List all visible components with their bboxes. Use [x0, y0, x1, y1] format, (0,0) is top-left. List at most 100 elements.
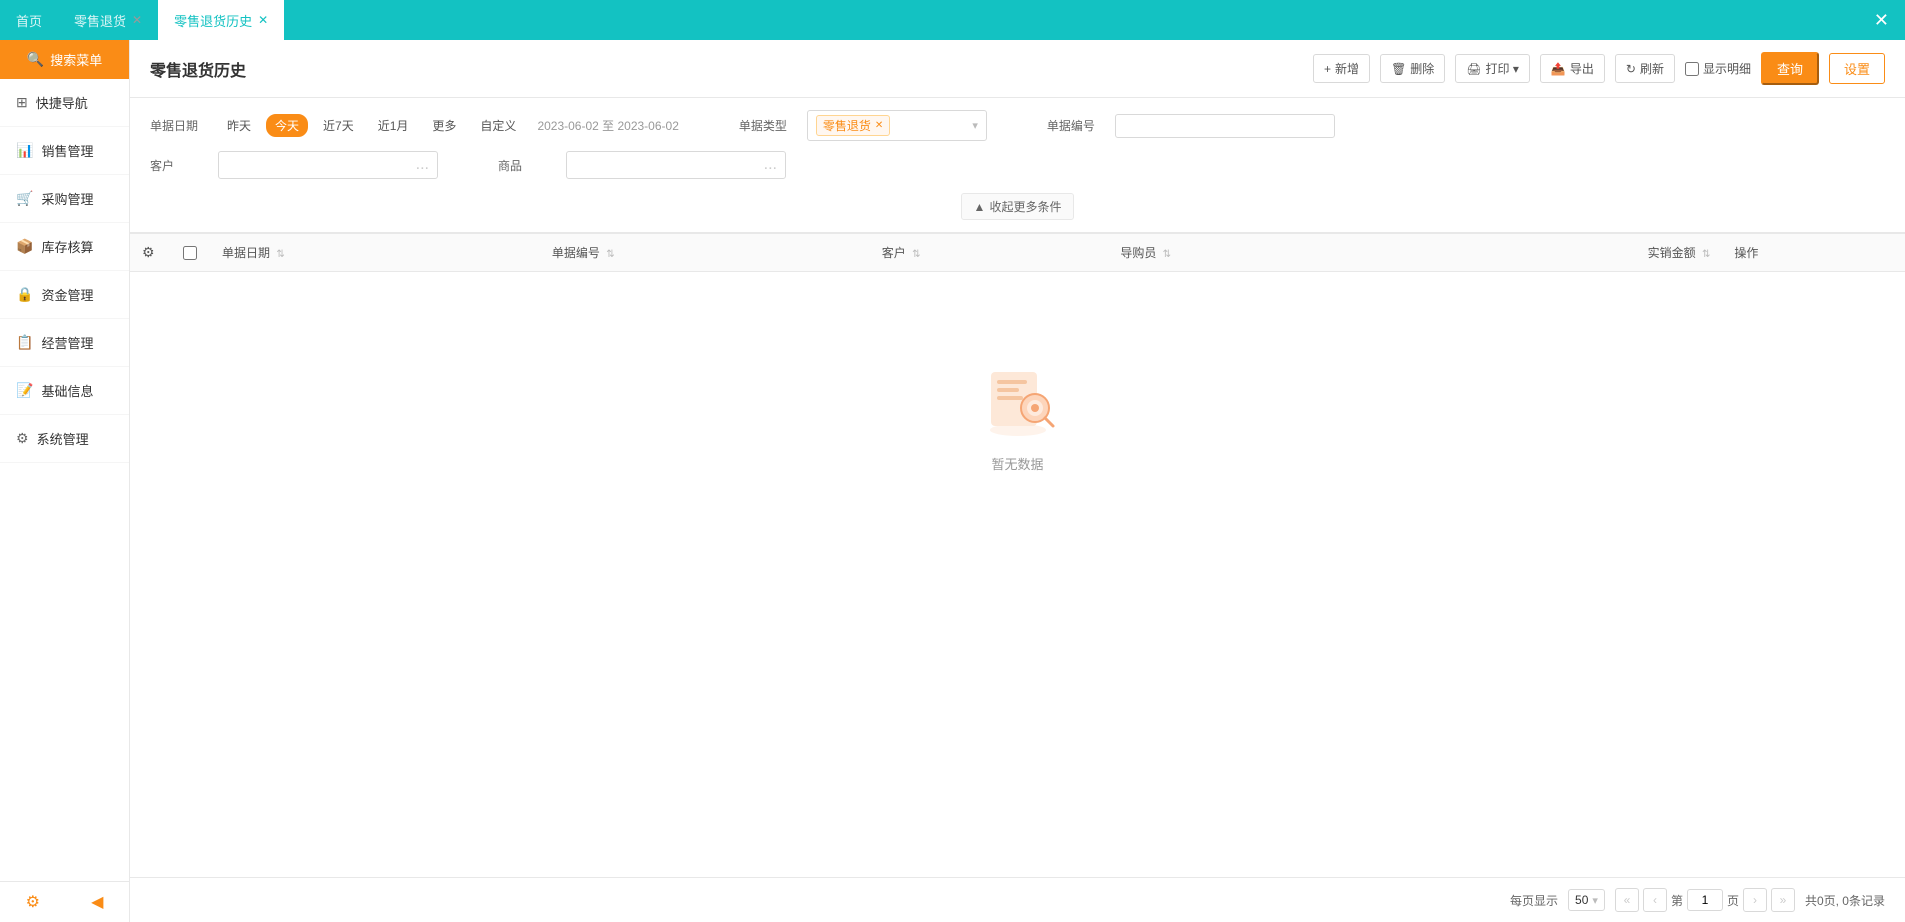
date-btn-yesterday[interactable]: 昨天: [218, 114, 260, 137]
col-amount[interactable]: 实销金额 ⇅: [1393, 234, 1723, 272]
tab-retail-return-history[interactable]: 零售退货历史 ✕: [158, 0, 284, 40]
empty-icon: [973, 352, 1063, 442]
inventory-icon: 📦: [16, 238, 33, 255]
print-label: 打印 ▾: [1486, 60, 1519, 77]
doc-type-select[interactable]: 零售退货 ✕ ▾: [807, 110, 987, 141]
tab-retail-return[interactable]: 零售退货 ✕: [58, 0, 158, 40]
collapse-sidebar-btn[interactable]: ◀: [91, 892, 103, 912]
page-last-btn[interactable]: »: [1771, 888, 1795, 912]
quick-nav-icon: ⊞: [16, 94, 28, 111]
collapse-filter-btn[interactable]: ▲ 收起更多条件: [961, 193, 1075, 220]
goods-filter-group: 商品 ...: [498, 151, 786, 179]
export-button[interactable]: 📤 导出: [1540, 54, 1605, 83]
display-detail-checkbox-label[interactable]: 显示明细: [1685, 60, 1751, 77]
settings-bottom-btn[interactable]: ⚙: [26, 892, 40, 912]
col-doc-no[interactable]: 单据编号 ⇅: [540, 234, 870, 272]
tab-home[interactable]: 首页: [0, 0, 58, 40]
sidebar-item-operations-mgmt[interactable]: 📋 经营管理: [0, 319, 129, 367]
system-icon: ⚙: [16, 430, 29, 447]
doc-type-tag-close[interactable]: ✕: [875, 120, 883, 131]
page-input[interactable]: [1687, 889, 1723, 911]
filter-row-2: 客户 ... 商品 ...: [150, 151, 1885, 179]
date-btn-more[interactable]: 更多: [423, 114, 465, 137]
page-first-btn[interactable]: «: [1615, 888, 1639, 912]
sidebar-item-quick-nav[interactable]: ⊞ 快捷导航: [0, 79, 129, 127]
customer-input[interactable]: ...: [218, 151, 438, 179]
search-menu-btn[interactable]: 🔍 搜索菜单: [0, 40, 129, 79]
page-prev-btn[interactable]: ‹: [1643, 888, 1667, 912]
col-doc-date[interactable]: 单据日期 ⇅: [210, 234, 540, 272]
col-guide[interactable]: 导购员 ⇅: [1108, 234, 1392, 272]
page-current-word: 第: [1671, 892, 1683, 909]
sidebar-item-inventory[interactable]: 📦 库存核算: [0, 223, 129, 271]
doc-type-label: 单据类型: [739, 117, 799, 134]
doc-type-filter-group: 单据类型 零售退货 ✕ ▾: [739, 110, 987, 141]
page-size-select[interactable]: 50 ▾: [1568, 889, 1605, 911]
goods-ellipsis: ...: [764, 156, 777, 174]
date-btn-custom[interactable]: 自定义: [471, 114, 525, 137]
pagination-bar: 每页显示 50 ▾ « ‹ 第 页 › » 共0页, 0条记录: [130, 877, 1905, 922]
refresh-button[interactable]: ↻ 刷新: [1615, 54, 1675, 83]
col-doc-no-sort-icon: ⇅: [606, 249, 614, 260]
setting-button[interactable]: 设置: [1829, 53, 1885, 84]
nav-items: ⊞ 快捷导航 📊 销售管理 🛒 采购管理 📦 库存核算 🔒 资金管理 📋: [0, 79, 129, 881]
collapse-up-icon: ▲: [974, 200, 986, 214]
sidebar-item-sales-mgmt[interactable]: 📊 销售管理: [0, 127, 129, 175]
page-actions: + 新增 🗑 删除 🖨 打印 ▾ 📤 导出 ↻ 刷新: [1313, 52, 1885, 85]
search-icon: 🔍: [27, 51, 44, 68]
sidebar-item-label: 经营管理: [41, 333, 93, 352]
doc-type-dropdown-icon: ▾: [972, 119, 978, 132]
page-size-dropdown-icon: ▾: [1592, 894, 1598, 907]
select-all-checkbox[interactable]: [183, 246, 197, 260]
print-button[interactable]: 🖨 打印 ▾: [1455, 54, 1530, 83]
filter-area: 单据日期 昨天 今天 近7天 近1月 更多 自定义 2023-06-02 至 2…: [130, 98, 1905, 233]
basic-info-icon: 📝: [16, 382, 33, 399]
total-info: 共0页, 0条记录: [1805, 892, 1885, 909]
page-next-btn[interactable]: ›: [1743, 888, 1767, 912]
tab-home-label: 首页: [16, 11, 42, 30]
sidebar-item-basic-info[interactable]: 📝 基础信息: [0, 367, 129, 415]
main-layout: 🔍 搜索菜单 ⊞ 快捷导航 📊 销售管理 🛒 采购管理 📦 库存核算 🔒: [0, 40, 1905, 922]
operations-icon: 📋: [16, 334, 33, 351]
page-size-value: 50: [1575, 893, 1588, 907]
date-btn-last7days[interactable]: 近7天: [314, 114, 363, 137]
sidebar-bottom: ⚙ ◀: [0, 881, 129, 922]
tab-retail-return-close[interactable]: ✕: [132, 13, 142, 27]
sidebar-item-finance-mgmt[interactable]: 🔒 资金管理: [0, 271, 129, 319]
delete-label: 删除: [1410, 60, 1434, 77]
filter-row-1: 单据日期 昨天 今天 近7天 近1月 更多 自定义 2023-06-02 至 2…: [150, 110, 1885, 141]
search-menu-label: 搜索菜单: [50, 50, 102, 69]
col-settings[interactable]: ⚙: [130, 234, 170, 272]
sidebar-item-system-mgmt[interactable]: ⚙ 系统管理: [0, 415, 129, 463]
col-checkbox[interactable]: [170, 234, 210, 272]
page-title: 零售退货历史: [150, 57, 246, 81]
customer-label: 客户: [150, 157, 210, 174]
goods-input[interactable]: ...: [566, 151, 786, 179]
collapse-btn-label: 收起更多条件: [989, 198, 1061, 215]
display-detail-label: 显示明细: [1703, 60, 1751, 77]
tab-retail-return-label: 零售退货: [74, 11, 126, 30]
data-table: ⚙ 单据日期 ⇅ 单据编号 ⇅: [130, 233, 1905, 553]
date-btn-today[interactable]: 今天: [266, 114, 308, 137]
sidebar-item-purchase-mgmt[interactable]: 🛒 采购管理: [0, 175, 129, 223]
empty-text: 暂无数据: [991, 454, 1043, 473]
sidebar: 🔍 搜索菜单 ⊞ 快捷导航 📊 销售管理 🛒 采购管理 📦 库存核算 🔒: [0, 40, 130, 922]
page-nav: « ‹ 第 页 › »: [1615, 888, 1795, 912]
sidebar-item-label: 库存核算: [41, 237, 93, 256]
delete-button[interactable]: 🗑 删除: [1380, 54, 1445, 83]
col-doc-date-label: 单据日期: [222, 246, 270, 260]
add-button[interactable]: + 新增: [1313, 54, 1370, 83]
doc-no-input[interactable]: [1115, 114, 1335, 138]
col-amount-sort-icon: ⇅: [1702, 249, 1710, 260]
tab-retail-return-history-close[interactable]: ✕: [258, 13, 268, 27]
doc-no-label: 单据编号: [1047, 117, 1107, 134]
purchase-icon: 🛒: [16, 190, 33, 207]
empty-state: 暂无数据: [130, 272, 1905, 553]
display-detail-checkbox[interactable]: [1685, 62, 1699, 76]
col-customer[interactable]: 客户 ⇅: [870, 234, 1109, 272]
col-actions-label: 操作: [1734, 246, 1758, 260]
date-btn-last1month[interactable]: 近1月: [369, 114, 418, 137]
sidebar-item-label: 资金管理: [41, 285, 93, 304]
window-close-btn[interactable]: ✕: [1874, 10, 1905, 31]
query-button[interactable]: 查询: [1761, 52, 1819, 85]
